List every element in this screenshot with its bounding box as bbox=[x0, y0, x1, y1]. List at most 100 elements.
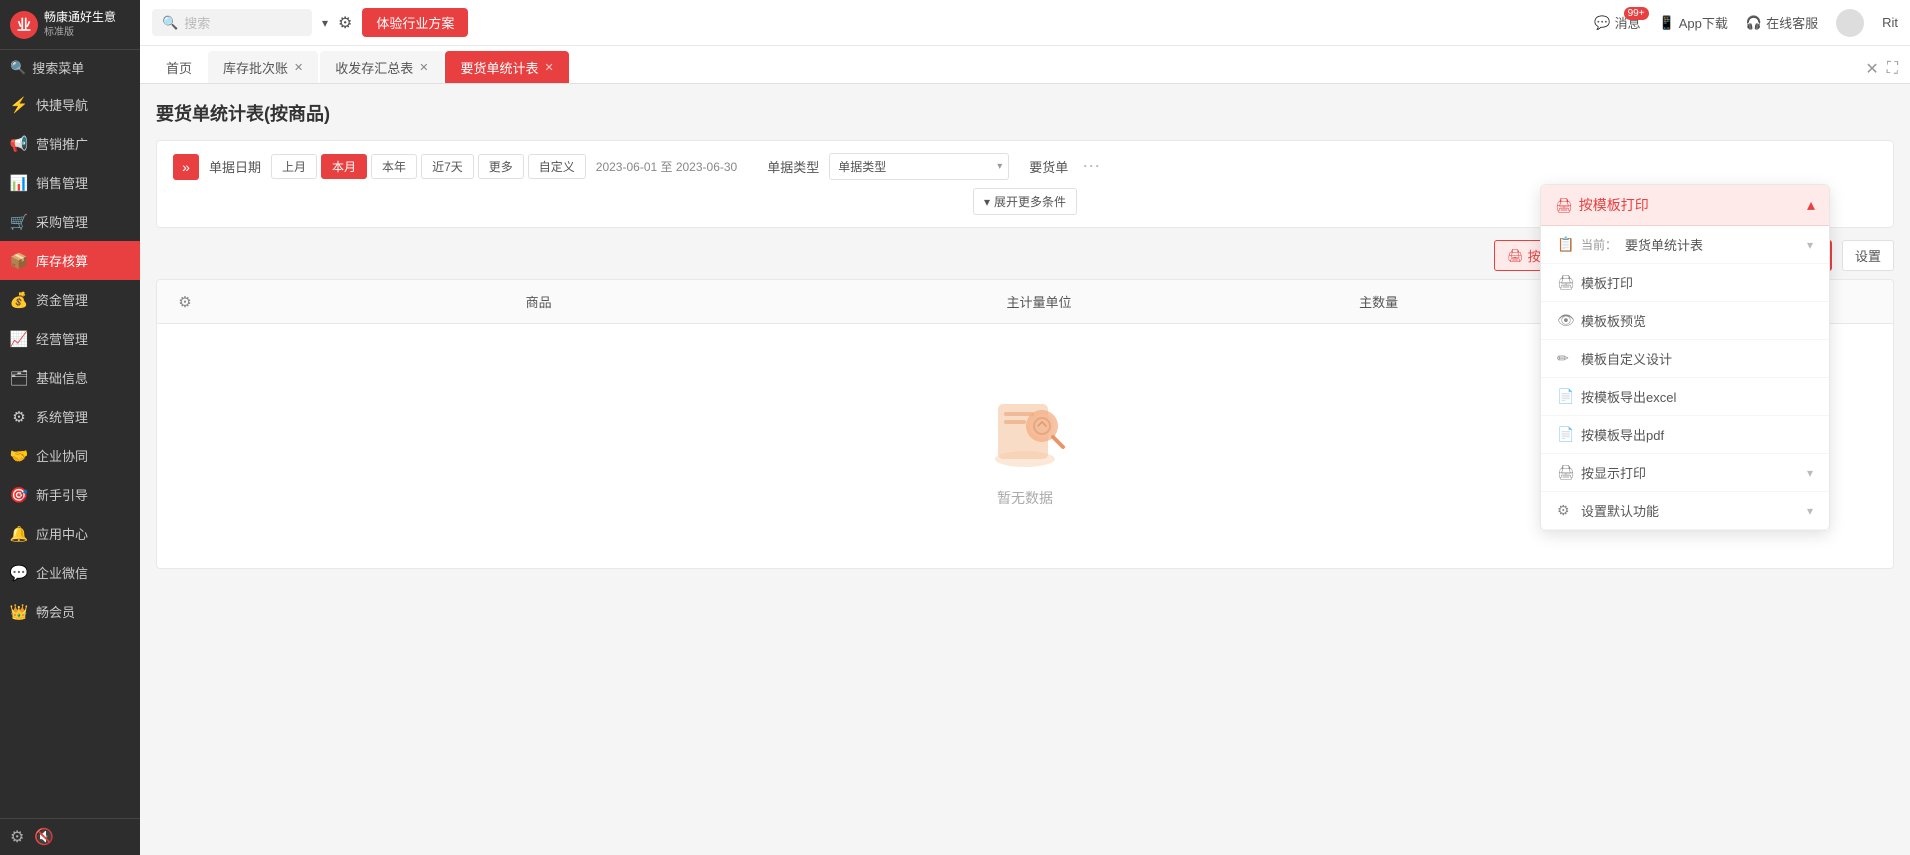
template-custom-icon: ✏ bbox=[1557, 350, 1573, 367]
sidebar-bottom: ⚙ 🔇 bbox=[0, 818, 140, 855]
user-avatar-item[interactable] bbox=[1836, 9, 1864, 37]
tab-batch-account-close[interactable]: ✕ bbox=[294, 61, 303, 74]
operation-icon: 📈 bbox=[10, 330, 28, 348]
trial-btn[interactable]: 体验行业方案 bbox=[362, 8, 468, 37]
empty-text: 暂无数据 bbox=[997, 488, 1053, 508]
print-dropdown-title: 🖨 按模板打印 bbox=[1555, 195, 1649, 215]
date-filter-label: 单据日期 bbox=[209, 157, 261, 176]
date-btn-custom[interactable]: 自定义 bbox=[528, 154, 586, 179]
topbar-search-box[interactable]: 🔍 搜索 bbox=[152, 9, 312, 36]
sound-bottom-icon[interactable]: 🔇 bbox=[34, 827, 54, 847]
set-default-icon: ⚙ bbox=[1557, 502, 1573, 519]
sidebar-item-system[interactable]: ⚙ 系统管理 bbox=[0, 397, 140, 436]
tab-maximize-icon[interactable]: ⛶ bbox=[1887, 60, 1898, 78]
topbar-search-icon: 🔍 bbox=[162, 15, 178, 31]
sales-icon: 📊 bbox=[10, 174, 28, 192]
inventory-icon: 📦 bbox=[10, 252, 28, 270]
expand-icon: ▾ bbox=[984, 195, 990, 209]
marketing-icon: 📢 bbox=[10, 135, 28, 153]
collab-icon: 🤝 bbox=[10, 447, 28, 465]
sidebar-item-purchase[interactable]: 🛒 采购管理 bbox=[0, 202, 140, 241]
date-btn-more[interactable]: 更多 bbox=[478, 154, 524, 179]
tab-batch-account[interactable]: 库存批次账 ✕ bbox=[208, 51, 318, 83]
tabbar-right: ✕ ⛶ bbox=[1865, 59, 1898, 83]
topbar-dropdown-arrow[interactable]: ▾ bbox=[322, 16, 328, 30]
current-item-arrow: ▾ bbox=[1807, 238, 1813, 252]
messages-item[interactable]: 💬 消息 99+ bbox=[1594, 13, 1640, 32]
date-btn-this-month[interactable]: 本月 bbox=[321, 154, 367, 179]
print-dropdown-item-display-print[interactable]: 🖨 按显示打印 ▾ bbox=[1541, 454, 1829, 492]
export-pdf-icon: 📄 bbox=[1557, 426, 1573, 443]
tab-home[interactable]: 首页 bbox=[152, 52, 206, 83]
sidebar-item-finance[interactable]: 💰 资金管理 bbox=[0, 280, 140, 319]
date-btn-last-month[interactable]: 上月 bbox=[271, 154, 317, 179]
sidebar-item-collab[interactable]: 🤝 企业协同 bbox=[0, 436, 140, 475]
doc-type-dropdown[interactable]: 单据类型 bbox=[829, 153, 1009, 180]
username: Rit bbox=[1882, 15, 1898, 30]
print-dropdown-current-item[interactable]: 📋 当前： 要货单统计表 ▾ bbox=[1541, 226, 1829, 264]
print-dropdown-item-export-pdf[interactable]: 📄 按模板导出pdf bbox=[1541, 416, 1829, 454]
settings-btn[interactable]: 设置 bbox=[1842, 240, 1894, 271]
app-download-item[interactable]: 📱 App下载 bbox=[1659, 13, 1728, 32]
template-print-icon: 🖨 bbox=[1557, 274, 1573, 291]
expand-conditions-btn[interactable]: ▾ 展开更多条件 bbox=[973, 188, 1077, 215]
sidebar-item-quick-nav[interactable]: ⚡ 快捷导航 bbox=[0, 85, 140, 124]
print-dropdown-item-template-custom[interactable]: ✏ 模板自定义设计 bbox=[1541, 340, 1829, 378]
col-settings[interactable]: ⚙ bbox=[167, 285, 203, 319]
online-service-item[interactable]: 🎧 在线客服 bbox=[1746, 13, 1818, 32]
tab-order-stats[interactable]: 要货单统计表 ✕ bbox=[445, 51, 568, 83]
doc-type-label: 单据类型 bbox=[767, 157, 819, 176]
date-range-display: 2023-06-01 至 2023-06-30 bbox=[596, 158, 737, 175]
table-settings-icon[interactable]: ⚙ bbox=[178, 294, 191, 311]
sidebar-item-appstore[interactable]: 🔔 应用中心 bbox=[0, 514, 140, 553]
topbar: 🔍 搜索 ▾ ⚙ 体验行业方案 💬 消息 99+ 📱 App下载 🎧 在线客服 bbox=[140, 0, 1910, 46]
online-service-icon: 🎧 bbox=[1746, 15, 1762, 31]
export-excel-icon: 📄 bbox=[1557, 388, 1573, 405]
tab-close-icon[interactable]: ✕ bbox=[1865, 59, 1878, 79]
appstore-icon: 🔔 bbox=[10, 525, 28, 543]
search-icon: 🔍 bbox=[10, 60, 26, 76]
col-quantity: 主数量 bbox=[1214, 284, 1544, 319]
sidebar-search[interactable]: 🔍 搜索菜单 bbox=[0, 50, 140, 85]
col-product: 商品 bbox=[213, 284, 864, 319]
app-logo-icon: 业 bbox=[10, 11, 38, 39]
date-btn-7days[interactable]: 近7天 bbox=[421, 154, 474, 179]
topbar-settings-icon[interactable]: ⚙ bbox=[338, 13, 352, 33]
sidebar-item-sales[interactable]: 📊 销售管理 bbox=[0, 163, 140, 202]
print-dropdown-item-export-excel[interactable]: 📄 按模板导出excel bbox=[1541, 378, 1829, 416]
tab-order-stats-close[interactable]: ✕ bbox=[545, 61, 554, 74]
print-dropdown-popup: 🖨 按模板打印 ▴ 📋 当前： 要货单统计表 ▾ 🖨 模板打印 bbox=[1540, 184, 1830, 531]
sidebar-item-member[interactable]: 👑 畅会员 bbox=[0, 592, 140, 631]
current-template-icon: 📋 bbox=[1557, 236, 1573, 253]
template-preview-icon: 👁 bbox=[1557, 312, 1573, 329]
tab-receipts-summary[interactable]: 收发存汇总表 ✕ bbox=[320, 51, 443, 83]
app-download-icon: 📱 bbox=[1659, 15, 1675, 31]
print-dropdown-item-template-preview[interactable]: 👁 模板板预览 bbox=[1541, 302, 1829, 340]
topbar-right: 💬 消息 99+ 📱 App下载 🎧 在线客服 Rit bbox=[1594, 9, 1898, 37]
sidebar-item-operation[interactable]: 📈 经营管理 bbox=[0, 319, 140, 358]
print-dropdown-item-set-default[interactable]: ⚙ 设置默认功能 ▾ bbox=[1541, 492, 1829, 530]
doc-type-value: 单据类型 bbox=[838, 158, 886, 175]
content-area: 要货单统计表(按商品) » 单据日期 上月 本月 本年 近7天 更多 自定义 2… bbox=[140, 84, 1910, 855]
tab-receipts-summary-close[interactable]: ✕ bbox=[419, 61, 428, 74]
sidebar-item-wechat[interactable]: 💬 企业微信 bbox=[0, 553, 140, 592]
order-status-label: 要货单 bbox=[1029, 157, 1068, 176]
sidebar-item-basic[interactable]: 🗂 基础信息 bbox=[0, 358, 140, 397]
current-template-value: 要货单统计表 bbox=[1625, 235, 1703, 254]
date-btn-this-year[interactable]: 本年 bbox=[371, 154, 417, 179]
guide-icon: 🎯 bbox=[10, 486, 28, 504]
tabbar: 首页 库存批次账 ✕ 收发存汇总表 ✕ 要货单统计表 ✕ ✕ ⛶ bbox=[140, 46, 1910, 84]
wechat-icon: 💬 bbox=[10, 564, 28, 582]
member-icon: 👑 bbox=[10, 603, 28, 621]
filter-row-date: » 单据日期 上月 本月 本年 近7天 更多 自定义 2023-06-01 至 … bbox=[173, 153, 1877, 180]
print-dropdown-item-template-print[interactable]: 🖨 模板打印 bbox=[1541, 264, 1829, 302]
sidebar-item-guide[interactable]: 🎯 新手引导 bbox=[0, 475, 140, 514]
app-version: 标准版 bbox=[44, 26, 116, 39]
sidebar-item-marketing[interactable]: 📢 营销推广 bbox=[0, 124, 140, 163]
print-dropdown-close-icon[interactable]: ▴ bbox=[1807, 195, 1815, 215]
sidebar-item-inventory[interactable]: 📦 库存核算 bbox=[0, 241, 140, 280]
filter-expand-icon[interactable]: » bbox=[173, 154, 199, 180]
app-name: 畅康通好生意 bbox=[44, 10, 116, 26]
settings-bottom-icon[interactable]: ⚙ bbox=[10, 827, 24, 847]
basic-icon: 🗂 bbox=[10, 369, 28, 387]
